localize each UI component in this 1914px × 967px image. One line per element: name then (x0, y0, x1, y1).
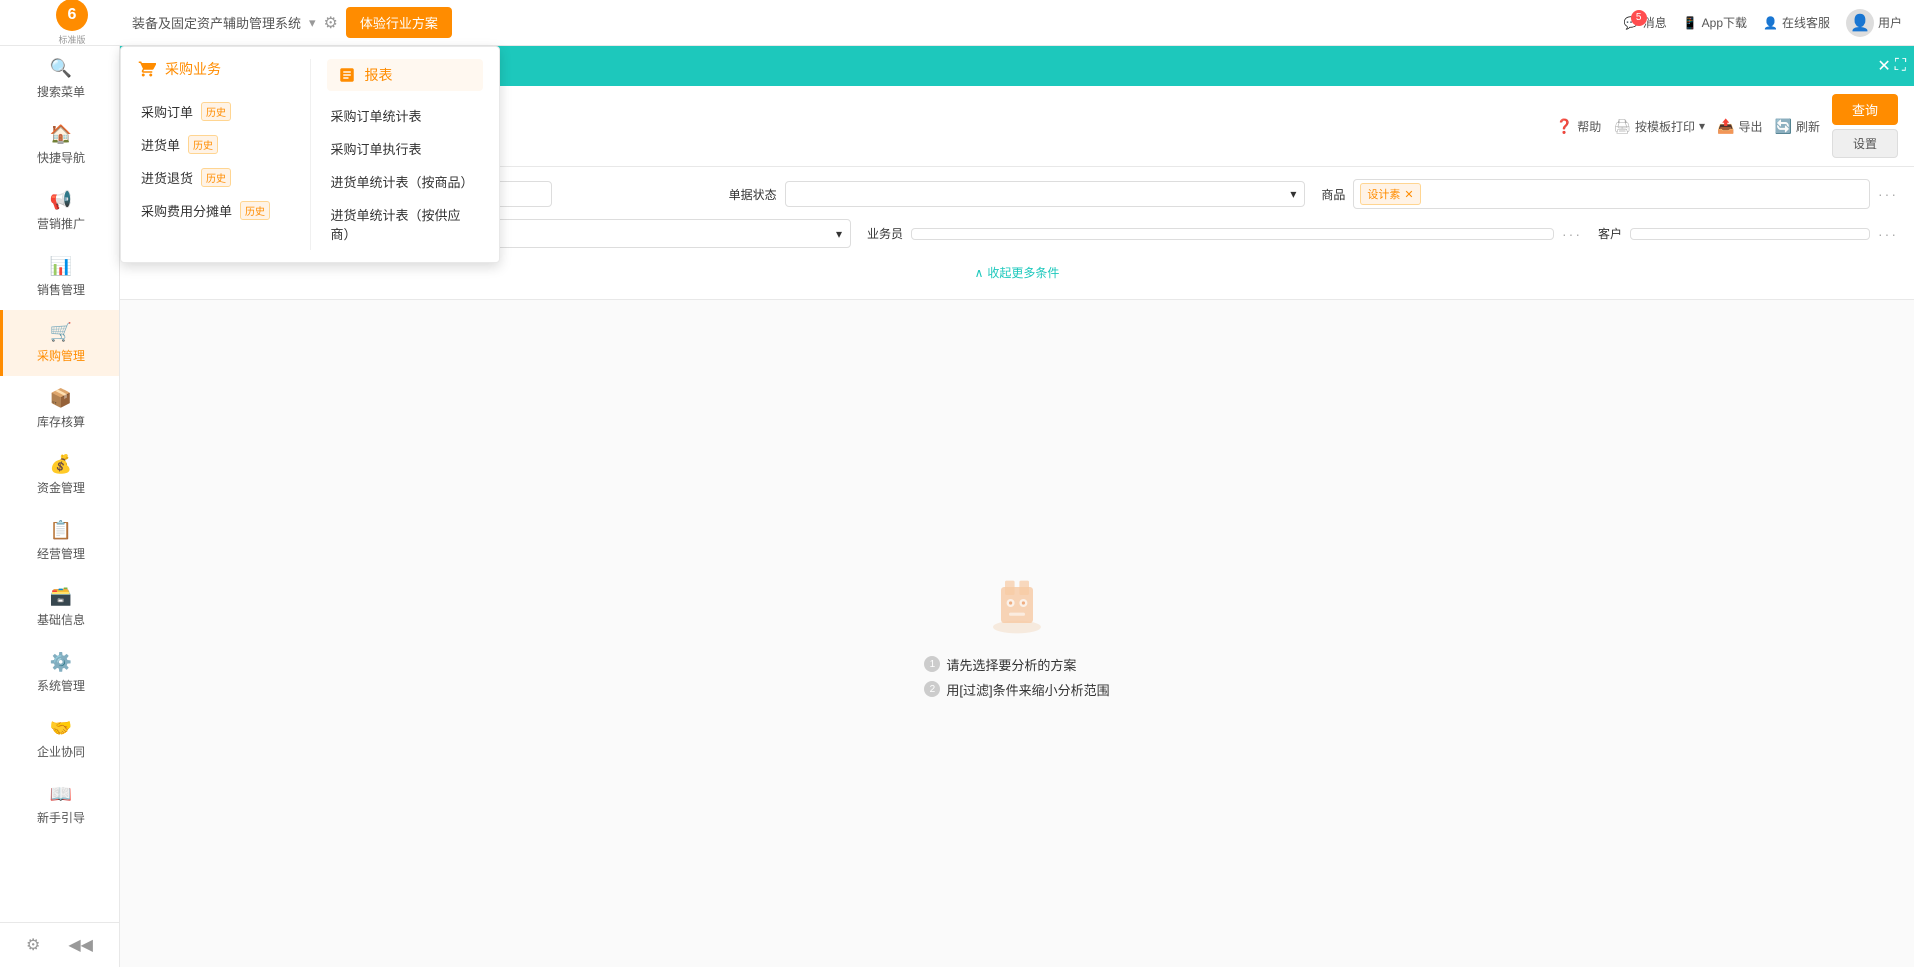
purchase-biz-title: 采购业务 (165, 59, 221, 79)
menu-item-receipt-stats-goods[interactable]: 进货单统计表（按商品） (327, 165, 484, 198)
purchase-biz-header-icon (137, 59, 157, 79)
menu-item-purchase-order-label: 采购订单 (141, 102, 193, 121)
menu-item-purchase-order-exec-label: 采购订单执行表 (331, 139, 422, 158)
reports-header-icon (337, 65, 357, 85)
menu-item-purchase-expense-label: 采购费用分摊单 (141, 201, 232, 220)
menu-item-receipt-stats-supplier-label: 进货单统计表（按供应商） (331, 205, 480, 243)
purchase-biz-column: 采购业务 采购订单 历史 进货单 历史 进货退货 历史 采购费用分摊单 历史 (121, 59, 310, 250)
menu-item-purchase-return-label: 进货退货 (141, 168, 193, 187)
history-badge-receipt: 历史 (188, 135, 218, 154)
menu-item-purchase-receipt[interactable]: 进货单 历史 (137, 128, 294, 161)
history-badge-purchase-order: 历史 (201, 102, 231, 121)
menu-item-purchase-order-stats-label: 采购订单统计表 (331, 106, 422, 125)
menu-item-purchase-expense[interactable]: 采购费用分摊单 历史 (137, 194, 294, 227)
history-badge-expense: 历史 (240, 201, 270, 220)
reports-column: 报表 采购订单统计表 采购订单执行表 进货单统计表（按商品） 进货单统计表（按供… (310, 59, 500, 250)
menu-item-purchase-order-exec[interactable]: 采购订单执行表 (327, 132, 484, 165)
menu-item-receipt-stats-goods-label: 进货单统计表（按商品） (331, 172, 474, 191)
menu-item-purchase-receipt-label: 进货单 (141, 135, 180, 154)
menu-item-purchase-order-stats[interactable]: 采购订单统计表 (327, 99, 484, 132)
purchase-dropdown-menu: 采购业务 采购订单 历史 进货单 历史 进货退货 历史 采购费用分摊单 历史 报… (120, 46, 500, 263)
history-badge-return: 历史 (201, 168, 231, 187)
menu-item-receipt-stats-supplier[interactable]: 进货单统计表（按供应商） (327, 198, 484, 250)
reports-title: 报表 (365, 65, 393, 85)
menu-item-purchase-order[interactable]: 采购订单 历史 (137, 95, 294, 128)
purchase-biz-header: 采购业务 (137, 59, 294, 85)
reports-header: 报表 (327, 59, 484, 91)
menu-item-purchase-return[interactable]: 进货退货 历史 (137, 161, 294, 194)
